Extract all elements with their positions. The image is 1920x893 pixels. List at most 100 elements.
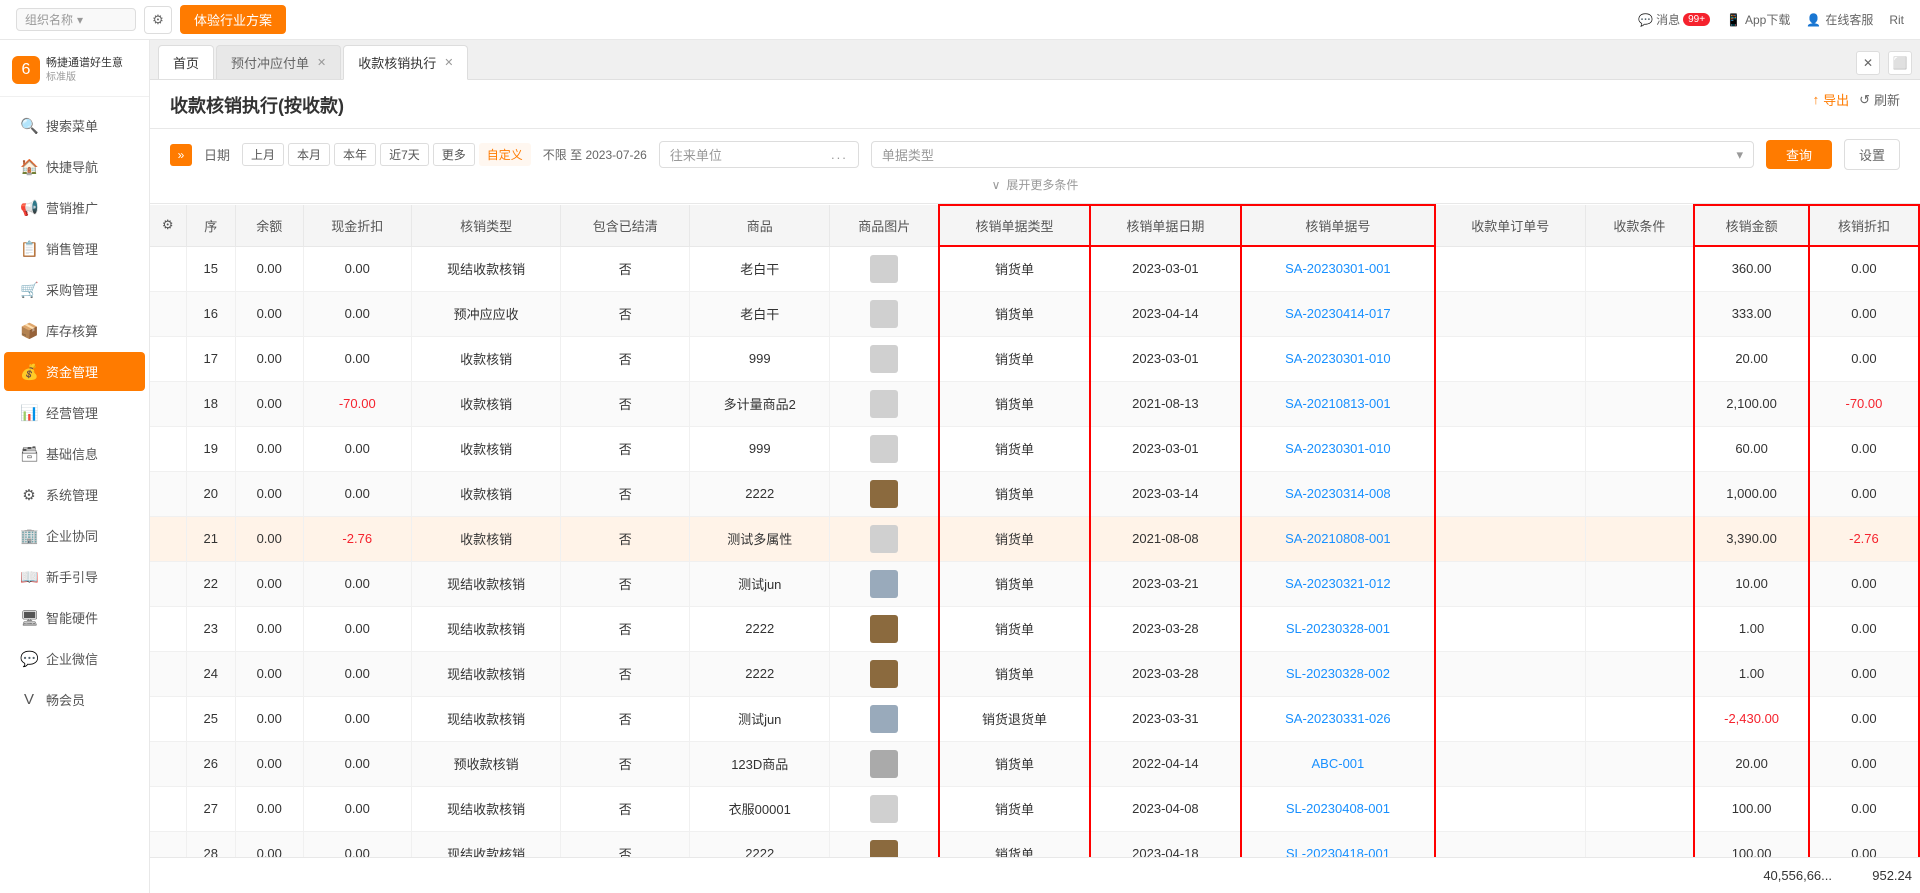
td-verify-amount: 20.00 [1694, 336, 1809, 381]
td-goods: 测试jun [690, 696, 830, 741]
query-btn[interactable]: 查询 [1766, 140, 1832, 169]
date-btn-thismonth[interactable]: 本月 [288, 143, 330, 166]
td-verify-amount: 100.00 [1694, 786, 1809, 831]
td-bill-no[interactable]: SA-20230301-001 [1241, 246, 1435, 291]
td-verify-amount: -2,430.00 [1694, 696, 1809, 741]
sidebar-item-member[interactable]: V 畅会员 [4, 680, 145, 719]
td-goods-img [830, 516, 939, 561]
date-btn-lastmonth[interactable]: 上月 [242, 143, 284, 166]
sidebar-item-quicknav[interactable]: 🏠 快捷导航 [4, 147, 145, 186]
date-btn-thisyear[interactable]: 本年 [334, 143, 376, 166]
td-goods-img [830, 246, 939, 291]
date-btn-custom[interactable]: 自定义 [479, 143, 531, 166]
sidebar-item-label: 资金管理 [46, 362, 98, 381]
td-bill-type: 销货单 [939, 516, 1090, 561]
sidebar-item-capital[interactable]: 💰 资金管理 [4, 352, 145, 391]
sidebar-item-base[interactable]: 🗃 基础信息 [4, 434, 145, 473]
sidebar-item-purchase[interactable]: 🛒 采购管理 [4, 270, 145, 309]
td-goods-img [830, 336, 939, 381]
td-goods-img [830, 831, 939, 857]
td-verify-amount: 60.00 [1694, 426, 1809, 471]
td-bill-no[interactable]: SL-20230328-002 [1241, 651, 1435, 696]
sidebar-item-search[interactable]: 🔍 搜索菜单 [4, 106, 145, 145]
sidebar-item-marketing[interactable]: 📢 营销推广 [4, 188, 145, 227]
table-scroll[interactable]: ⚙ 序 余额 现金折扣 核销类型 包含已结清 商品 商品图片 核销单据类型 核销… [150, 204, 1920, 857]
td-bill-date: 2023-03-31 [1090, 696, 1241, 741]
system-icon: ⚙ [20, 486, 38, 504]
business-icon: 📊 [20, 404, 38, 422]
td-bill-date: 2023-04-14 [1090, 291, 1241, 336]
sidebar: 6 畅捷通谱好生意 标准版 🔍 搜索菜单 🏠 快捷导航 📢 营销推广 📋 销售管… [0, 40, 150, 893]
td-seq: 23 [186, 606, 235, 651]
td-receipt-cond [1585, 426, 1694, 471]
org-selector[interactable]: 组织名称 ▾ [16, 8, 136, 31]
sidebar-item-business[interactable]: 📊 经营管理 [4, 393, 145, 432]
td-goods: 测试jun [690, 561, 830, 606]
date-btn-more[interactable]: 更多 [433, 143, 475, 166]
setting-btn[interactable]: 设置 [1844, 139, 1900, 170]
footer-total-amount: 40,556,66... [1750, 864, 1840, 887]
td-receipt-order [1435, 381, 1585, 426]
expand-filter-btn[interactable]: » [170, 144, 192, 166]
td-bill-type: 销货单 [939, 381, 1090, 426]
sidebar-item-inventory[interactable]: 📦 库存核算 [4, 311, 145, 350]
expand-more-row[interactable]: ∨ 展开更多条件 [170, 170, 1900, 193]
td-included: 否 [561, 561, 690, 606]
sidebar-item-hardware[interactable]: 🖥 智能硬件 [4, 598, 145, 637]
td-bill-no[interactable]: SA-20230321-012 [1241, 561, 1435, 606]
td-bill-no[interactable]: SA-20230314-008 [1241, 471, 1435, 516]
td-bill-no[interactable]: SA-20230301-010 [1241, 426, 1435, 471]
sidebar-item-guide[interactable]: 📖 新手引导 [4, 557, 145, 596]
tab-prepay-close[interactable]: ✕ [317, 56, 326, 69]
td-bill-no[interactable]: SL-20230328-001 [1241, 606, 1435, 651]
sidebar-item-wechat[interactable]: 💬 企业微信 [4, 639, 145, 678]
td-bill-no[interactable]: SA-20230331-026 [1241, 696, 1435, 741]
sidebar-item-sales[interactable]: 📋 销售管理 [4, 229, 145, 268]
td-receipt-cond [1585, 291, 1694, 336]
td-bill-no[interactable]: SA-20210813-001 [1241, 381, 1435, 426]
export-btn[interactable]: ↑ 导出 [1813, 90, 1850, 109]
tab-restore-btn[interactable]: ⬜ [1888, 51, 1912, 75]
sidebar-item-label: 新手引导 [46, 567, 98, 586]
tab-close-btn[interactable]: ✕ [1856, 51, 1880, 75]
unit-filter[interactable]: 往来单位 ... [659, 141, 859, 168]
td-bill-no[interactable]: SL-20230408-001 [1241, 786, 1435, 831]
td-bill-no[interactable]: SA-20230414-017 [1241, 291, 1435, 336]
td-bill-date: 2021-08-13 [1090, 381, 1241, 426]
td-receipt-order [1435, 516, 1585, 561]
td-included: 否 [561, 291, 690, 336]
td-bill-no[interactable]: SL-20230418-001 [1241, 831, 1435, 857]
td-receipt-order [1435, 606, 1585, 651]
refresh-btn[interactable]: ↺ 刷新 [1859, 90, 1900, 109]
sidebar-item-system[interactable]: ⚙ 系统管理 [4, 475, 145, 514]
td-bill-no[interactable]: SA-20210808-001 [1241, 516, 1435, 561]
settings-icon[interactable]: ⚙ [144, 6, 172, 34]
td-verify-discount: 0.00 [1809, 831, 1919, 857]
th-gear[interactable]: ⚙ [150, 205, 186, 246]
td-bill-no[interactable]: ABC-001 [1241, 741, 1435, 786]
user-btn[interactable]: Rit [1889, 13, 1904, 27]
td-receipt-cond [1585, 471, 1694, 516]
online-service-btn[interactable]: 👤 在线客服 [1806, 11, 1873, 28]
td-balance: 0.00 [235, 696, 303, 741]
td-receipt-cond [1585, 786, 1694, 831]
message-btn[interactable]: 💬 消息 99+ [1638, 11, 1710, 28]
service-icon: 👤 [1806, 13, 1821, 27]
sidebar-item-corp[interactable]: 🏢 企业协同 [4, 516, 145, 555]
app-download-btn[interactable]: 📱 App下载 [1726, 11, 1790, 28]
tab-home[interactable]: 首页 [158, 45, 214, 79]
td-discount: 0.00 [303, 606, 411, 651]
td-bill-no[interactable]: SA-20230301-010 [1241, 336, 1435, 381]
tab-prepay[interactable]: 预付冲应付单 ✕ [216, 45, 341, 79]
type-filter[interactable]: 单据类型 ▾ [871, 141, 1754, 168]
data-table: ⚙ 序 余额 现金折扣 核销类型 包含已结清 商品 商品图片 核销单据类型 核销… [150, 204, 1920, 857]
industry-btn[interactable]: 体验行业方案 [180, 5, 286, 34]
td-receipt-cond [1585, 696, 1694, 741]
td-settings [150, 696, 186, 741]
tab-verify[interactable]: 收款核销执行 ✕ [343, 45, 468, 80]
date-btn-7days[interactable]: 近7天 [380, 143, 429, 166]
td-settings [150, 561, 186, 606]
table-row: 150.000.00现结收款核销否老白干销货单2023-03-01SA-2023… [150, 246, 1919, 291]
tab-verify-close[interactable]: ✕ [444, 56, 453, 69]
td-verify-type: 现结收款核销 [411, 561, 560, 606]
